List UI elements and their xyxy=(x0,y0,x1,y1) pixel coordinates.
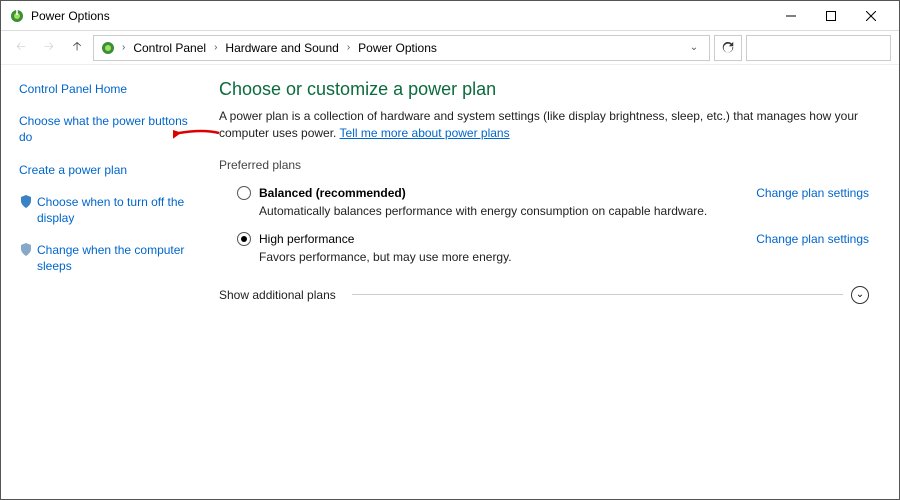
chevron-right-icon[interactable]: › xyxy=(118,42,129,53)
sidebar-item-label: Change when the computer sleeps xyxy=(37,243,184,273)
back-button[interactable]: 🡠 xyxy=(9,36,33,60)
radio-high-performance[interactable] xyxy=(237,232,251,246)
plan-high-performance: High performance Change plan settings Fa… xyxy=(237,232,869,264)
refresh-button[interactable] xyxy=(714,35,742,61)
sidebar-link-computer-sleeps[interactable]: Change when the computer sleeps xyxy=(19,242,193,274)
maximize-button[interactable] xyxy=(811,2,851,30)
shield-icon xyxy=(19,243,33,257)
group-label: Preferred plans xyxy=(219,158,307,172)
power-options-icon xyxy=(9,8,25,24)
sidebar-link-turn-off-display[interactable]: Choose when to turn off the display xyxy=(19,194,193,226)
page-description: A power plan is a collection of hardware… xyxy=(219,108,869,142)
breadcrumb-root[interactable]: Control Panel xyxy=(131,41,208,55)
window-controls xyxy=(771,2,891,30)
sidebar-item-label: Choose when to turn off the display xyxy=(37,195,184,225)
additional-plans-row[interactable]: Show additional plans ⌄ xyxy=(219,286,869,304)
forward-button[interactable]: 🡢 xyxy=(37,36,61,60)
preferred-plans-group: Preferred plans Balanced (recommended) C… xyxy=(219,158,869,264)
chevron-right-icon[interactable]: › xyxy=(343,42,354,53)
learn-more-link[interactable]: Tell me more about power plans xyxy=(340,126,510,140)
up-button[interactable]: 🡡 xyxy=(65,36,89,60)
address-bar: 🡠 🡢 🡡 › Control Panel › Hardware and Sou… xyxy=(1,31,899,65)
power-options-icon xyxy=(100,40,116,56)
divider xyxy=(352,294,843,295)
minimize-button[interactable] xyxy=(771,2,811,30)
breadcrumb-dropdown[interactable]: ⌄ xyxy=(685,42,703,53)
plan-name[interactable]: Balanced (recommended) xyxy=(259,186,406,200)
expand-button[interactable]: ⌄ xyxy=(851,286,869,304)
breadcrumb-mid[interactable]: Hardware and Sound xyxy=(223,41,340,55)
breadcrumb-bar[interactable]: › Control Panel › Hardware and Sound › P… xyxy=(93,35,710,61)
window: Power Options 🡠 🡢 🡡 › Control Panel › Ha… xyxy=(0,0,900,500)
additional-plans-label: Show additional plans xyxy=(219,288,344,302)
control-panel-home-link[interactable]: Control Panel Home xyxy=(19,81,193,97)
plan-name[interactable]: High performance xyxy=(259,232,354,246)
breadcrumb-leaf[interactable]: Power Options xyxy=(356,41,439,55)
shield-icon xyxy=(19,195,33,209)
sidebar: Control Panel Home Choose what the power… xyxy=(1,65,201,499)
change-plan-settings-link[interactable]: Change plan settings xyxy=(756,186,869,200)
plan-description: Favors performance, but may use more ene… xyxy=(259,250,869,264)
chevron-down-icon: ⌄ xyxy=(856,289,864,300)
radio-balanced[interactable] xyxy=(237,186,251,200)
content-body: Control Panel Home Choose what the power… xyxy=(1,65,899,499)
close-button[interactable] xyxy=(851,2,891,30)
sidebar-link-power-buttons[interactable]: Choose what the power buttons do xyxy=(19,113,193,145)
plan-description: Automatically balances performance with … xyxy=(259,204,869,218)
plan-balanced: Balanced (recommended) Change plan setti… xyxy=(237,186,869,218)
page-heading: Choose or customize a power plan xyxy=(219,79,869,100)
change-plan-settings-link[interactable]: Change plan settings xyxy=(756,232,869,246)
chevron-right-icon[interactable]: › xyxy=(210,42,221,53)
titlebar: Power Options xyxy=(1,1,899,31)
sidebar-link-create-plan[interactable]: Create a power plan xyxy=(19,162,193,178)
desc-text: A power plan is a collection of hardware… xyxy=(219,109,858,140)
search-input[interactable] xyxy=(746,35,891,61)
window-title: Power Options xyxy=(31,9,110,23)
main-panel: Choose or customize a power plan A power… xyxy=(201,65,899,499)
